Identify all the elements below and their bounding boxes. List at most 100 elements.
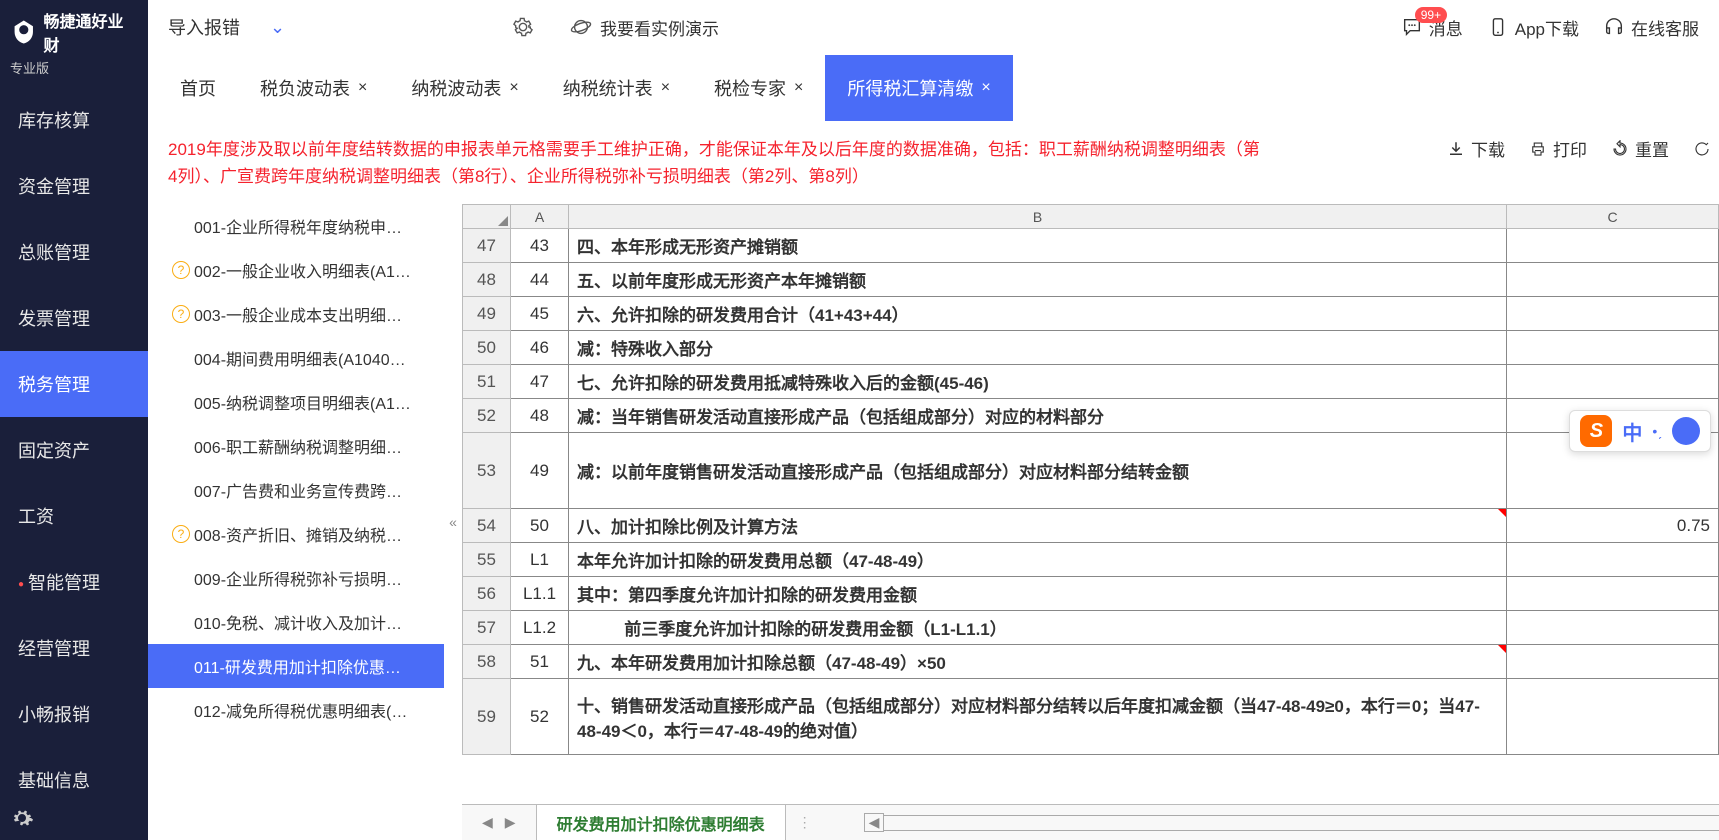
cell[interactable]: 四、本年形成无形资产摊销额 bbox=[569, 229, 1507, 263]
cell[interactable] bbox=[1507, 543, 1719, 577]
tree-item[interactable]: 006-职工薪酬纳税调整明细… bbox=[148, 424, 444, 468]
tree-item[interactable]: 012-减免所得税优惠明细表(… bbox=[148, 688, 444, 732]
reset-button[interactable]: 重置 bbox=[1611, 136, 1669, 161]
horizontal-scrollbar[interactable]: ◀ bbox=[864, 813, 1719, 832]
tree-item[interactable]: 005-纳税调整项目明细表(A1… bbox=[148, 380, 444, 424]
nav-item[interactable]: 税务管理 bbox=[0, 351, 148, 417]
sheet-prev-icon[interactable]: ◀ bbox=[482, 814, 493, 831]
row-header[interactable]: 47 bbox=[463, 229, 511, 263]
close-icon[interactable]: × bbox=[358, 79, 367, 97]
more-button[interactable] bbox=[1693, 140, 1711, 158]
sheet-tab[interactable]: 研发费用加计扣除优惠明细表 bbox=[536, 804, 786, 840]
row-header[interactable]: 51 bbox=[463, 365, 511, 399]
close-icon[interactable]: × bbox=[661, 79, 670, 97]
cell[interactable]: 0.75 bbox=[1507, 509, 1719, 543]
row-header[interactable]: 50 bbox=[463, 331, 511, 365]
cell[interactable] bbox=[1507, 365, 1719, 399]
tree-item[interactable]: 001-企业所得税年度纳税申… bbox=[148, 204, 444, 248]
scroll-left-icon[interactable]: ◀ bbox=[864, 813, 885, 832]
message-button[interactable]: 99+ 消息 bbox=[1401, 15, 1463, 40]
cell[interactable] bbox=[1507, 645, 1719, 679]
nav-item[interactable]: 基础信息 bbox=[0, 747, 148, 796]
cell[interactable]: 减：特殊收入部分 bbox=[569, 331, 1507, 365]
cell[interactable]: 52 bbox=[511, 679, 569, 755]
cell[interactable]: 前三季度允许加计扣除的研发费用金额（L1-L1.1） bbox=[569, 611, 1507, 645]
cell[interactable] bbox=[1507, 263, 1719, 297]
collapse-handle[interactable]: « bbox=[444, 204, 462, 840]
module-selector[interactable]: 导入报错 ⌄ bbox=[168, 10, 498, 44]
cell[interactable] bbox=[1507, 297, 1719, 331]
nav-item[interactable]: 经营管理 bbox=[0, 615, 148, 681]
row-header[interactable]: 54 bbox=[463, 509, 511, 543]
cell[interactable]: 49 bbox=[511, 433, 569, 509]
nav-item[interactable]: 资金管理 bbox=[0, 153, 148, 219]
cell[interactable]: 44 bbox=[511, 263, 569, 297]
nav-item[interactable]: 发票管理 bbox=[0, 285, 148, 351]
tree-item[interactable]: 004-期间费用明细表(A1040… bbox=[148, 336, 444, 380]
tree-item[interactable]: 011-研发费用加计扣除优惠… bbox=[148, 644, 444, 688]
cell[interactable]: 十、销售研发活动直接形成产品（包括组成部分）对应材料部分结转以后年度扣减金额（当… bbox=[569, 679, 1507, 755]
cell[interactable]: L1.2 bbox=[511, 611, 569, 645]
row-header[interactable]: 49 bbox=[463, 297, 511, 331]
ime-float-widget[interactable]: S 中 •ˏ bbox=[1569, 410, 1711, 452]
tab[interactable]: 税负波动表× bbox=[238, 55, 389, 121]
cell[interactable] bbox=[1507, 331, 1719, 365]
cell[interactable]: 50 bbox=[511, 509, 569, 543]
cell[interactable]: 减：以前年度销售研发活动直接形成产品（包括组成部分）对应材料部分结转金额 bbox=[569, 433, 1507, 509]
nav-item[interactable]: 小畅报销 bbox=[0, 681, 148, 747]
cell[interactable]: 51 bbox=[511, 645, 569, 679]
cell[interactable] bbox=[1507, 679, 1719, 755]
cell[interactable]: 五、以前年度形成无形资产本年摊销额 bbox=[569, 263, 1507, 297]
cell[interactable]: 45 bbox=[511, 297, 569, 331]
online-service-button[interactable]: 在线客服 bbox=[1603, 15, 1699, 40]
cell[interactable]: 减：当年销售研发活动直接形成产品（包括组成部分）对应的材料部分 bbox=[569, 399, 1507, 433]
row-header[interactable]: 55 bbox=[463, 543, 511, 577]
row-header[interactable]: 53 bbox=[463, 433, 511, 509]
sheet-next-icon[interactable]: ▶ bbox=[505, 814, 516, 831]
cell[interactable]: 其中：第四季度允许加计扣除的研发费用金额 bbox=[569, 577, 1507, 611]
cell[interactable]: 43 bbox=[511, 229, 569, 263]
col-header-b[interactable]: B bbox=[569, 205, 1507, 229]
cell[interactable]: L1.1 bbox=[511, 577, 569, 611]
select-all-corner[interactable] bbox=[463, 205, 511, 229]
cell[interactable]: 八、加计扣除比例及计算方法 bbox=[569, 509, 1507, 543]
tab[interactable]: 纳税波动表× bbox=[389, 55, 540, 121]
cell[interactable] bbox=[1507, 229, 1719, 263]
row-header[interactable]: 56 bbox=[463, 577, 511, 611]
nav-item[interactable]: 总账管理 bbox=[0, 219, 148, 285]
row-header[interactable]: 48 bbox=[463, 263, 511, 297]
tree-item[interactable]: 002-一般企业收入明细表(A1… bbox=[148, 248, 444, 292]
cell[interactable]: 九、本年研发费用加计扣除总额（47-48-49）×50 bbox=[569, 645, 1507, 679]
cell[interactable]: 六、允许扣除的研发费用合计（41+43+44） bbox=[569, 297, 1507, 331]
close-icon[interactable]: × bbox=[981, 79, 990, 97]
grid[interactable]: A B C 4743四、本年形成无形资产摊销额4844五、以前年度形成无形资产本… bbox=[462, 204, 1719, 804]
row-header[interactable]: 52 bbox=[463, 399, 511, 433]
tab[interactable]: 所得税汇算清缴× bbox=[825, 55, 1012, 121]
row-header[interactable]: 57 bbox=[463, 611, 511, 645]
tree-item[interactable]: 003-一般企业成本支出明细… bbox=[148, 292, 444, 336]
row-header[interactable]: 58 bbox=[463, 645, 511, 679]
cell[interactable]: 46 bbox=[511, 331, 569, 365]
cell[interactable]: L1 bbox=[511, 543, 569, 577]
nav-item[interactable]: 固定资产 bbox=[0, 417, 148, 483]
cell[interactable] bbox=[1507, 611, 1719, 645]
nav-item[interactable]: 工资 bbox=[0, 483, 148, 549]
nav-item[interactable]: 智能管理 bbox=[0, 549, 148, 615]
tree-item[interactable]: 007-广告费和业务宣传费跨… bbox=[148, 468, 444, 512]
tab[interactable]: 首页 bbox=[158, 55, 238, 121]
tab[interactable]: 税检专家× bbox=[692, 55, 825, 121]
close-icon[interactable]: × bbox=[794, 79, 803, 97]
cell[interactable]: 本年允许加计扣除的研发费用总额（47-48-49） bbox=[569, 543, 1507, 577]
close-icon[interactable]: × bbox=[509, 79, 518, 97]
download-button[interactable]: 下载 bbox=[1447, 136, 1505, 161]
cell[interactable]: 七、允许扣除的研发费用抵减特殊收入后的金额(45-46) bbox=[569, 365, 1507, 399]
print-button[interactable]: 打印 bbox=[1529, 136, 1587, 161]
settings-button[interactable] bbox=[506, 10, 540, 44]
cell[interactable]: 47 bbox=[511, 365, 569, 399]
app-download-button[interactable]: App下载 bbox=[1487, 15, 1579, 40]
demo-link[interactable]: 我要看实例演示 bbox=[570, 15, 719, 40]
settings-icon[interactable] bbox=[10, 806, 34, 830]
tab[interactable]: 纳税统计表× bbox=[541, 55, 692, 121]
cell[interactable] bbox=[1507, 577, 1719, 611]
tree-item[interactable]: 008-资产折旧、摊销及纳税… bbox=[148, 512, 444, 556]
